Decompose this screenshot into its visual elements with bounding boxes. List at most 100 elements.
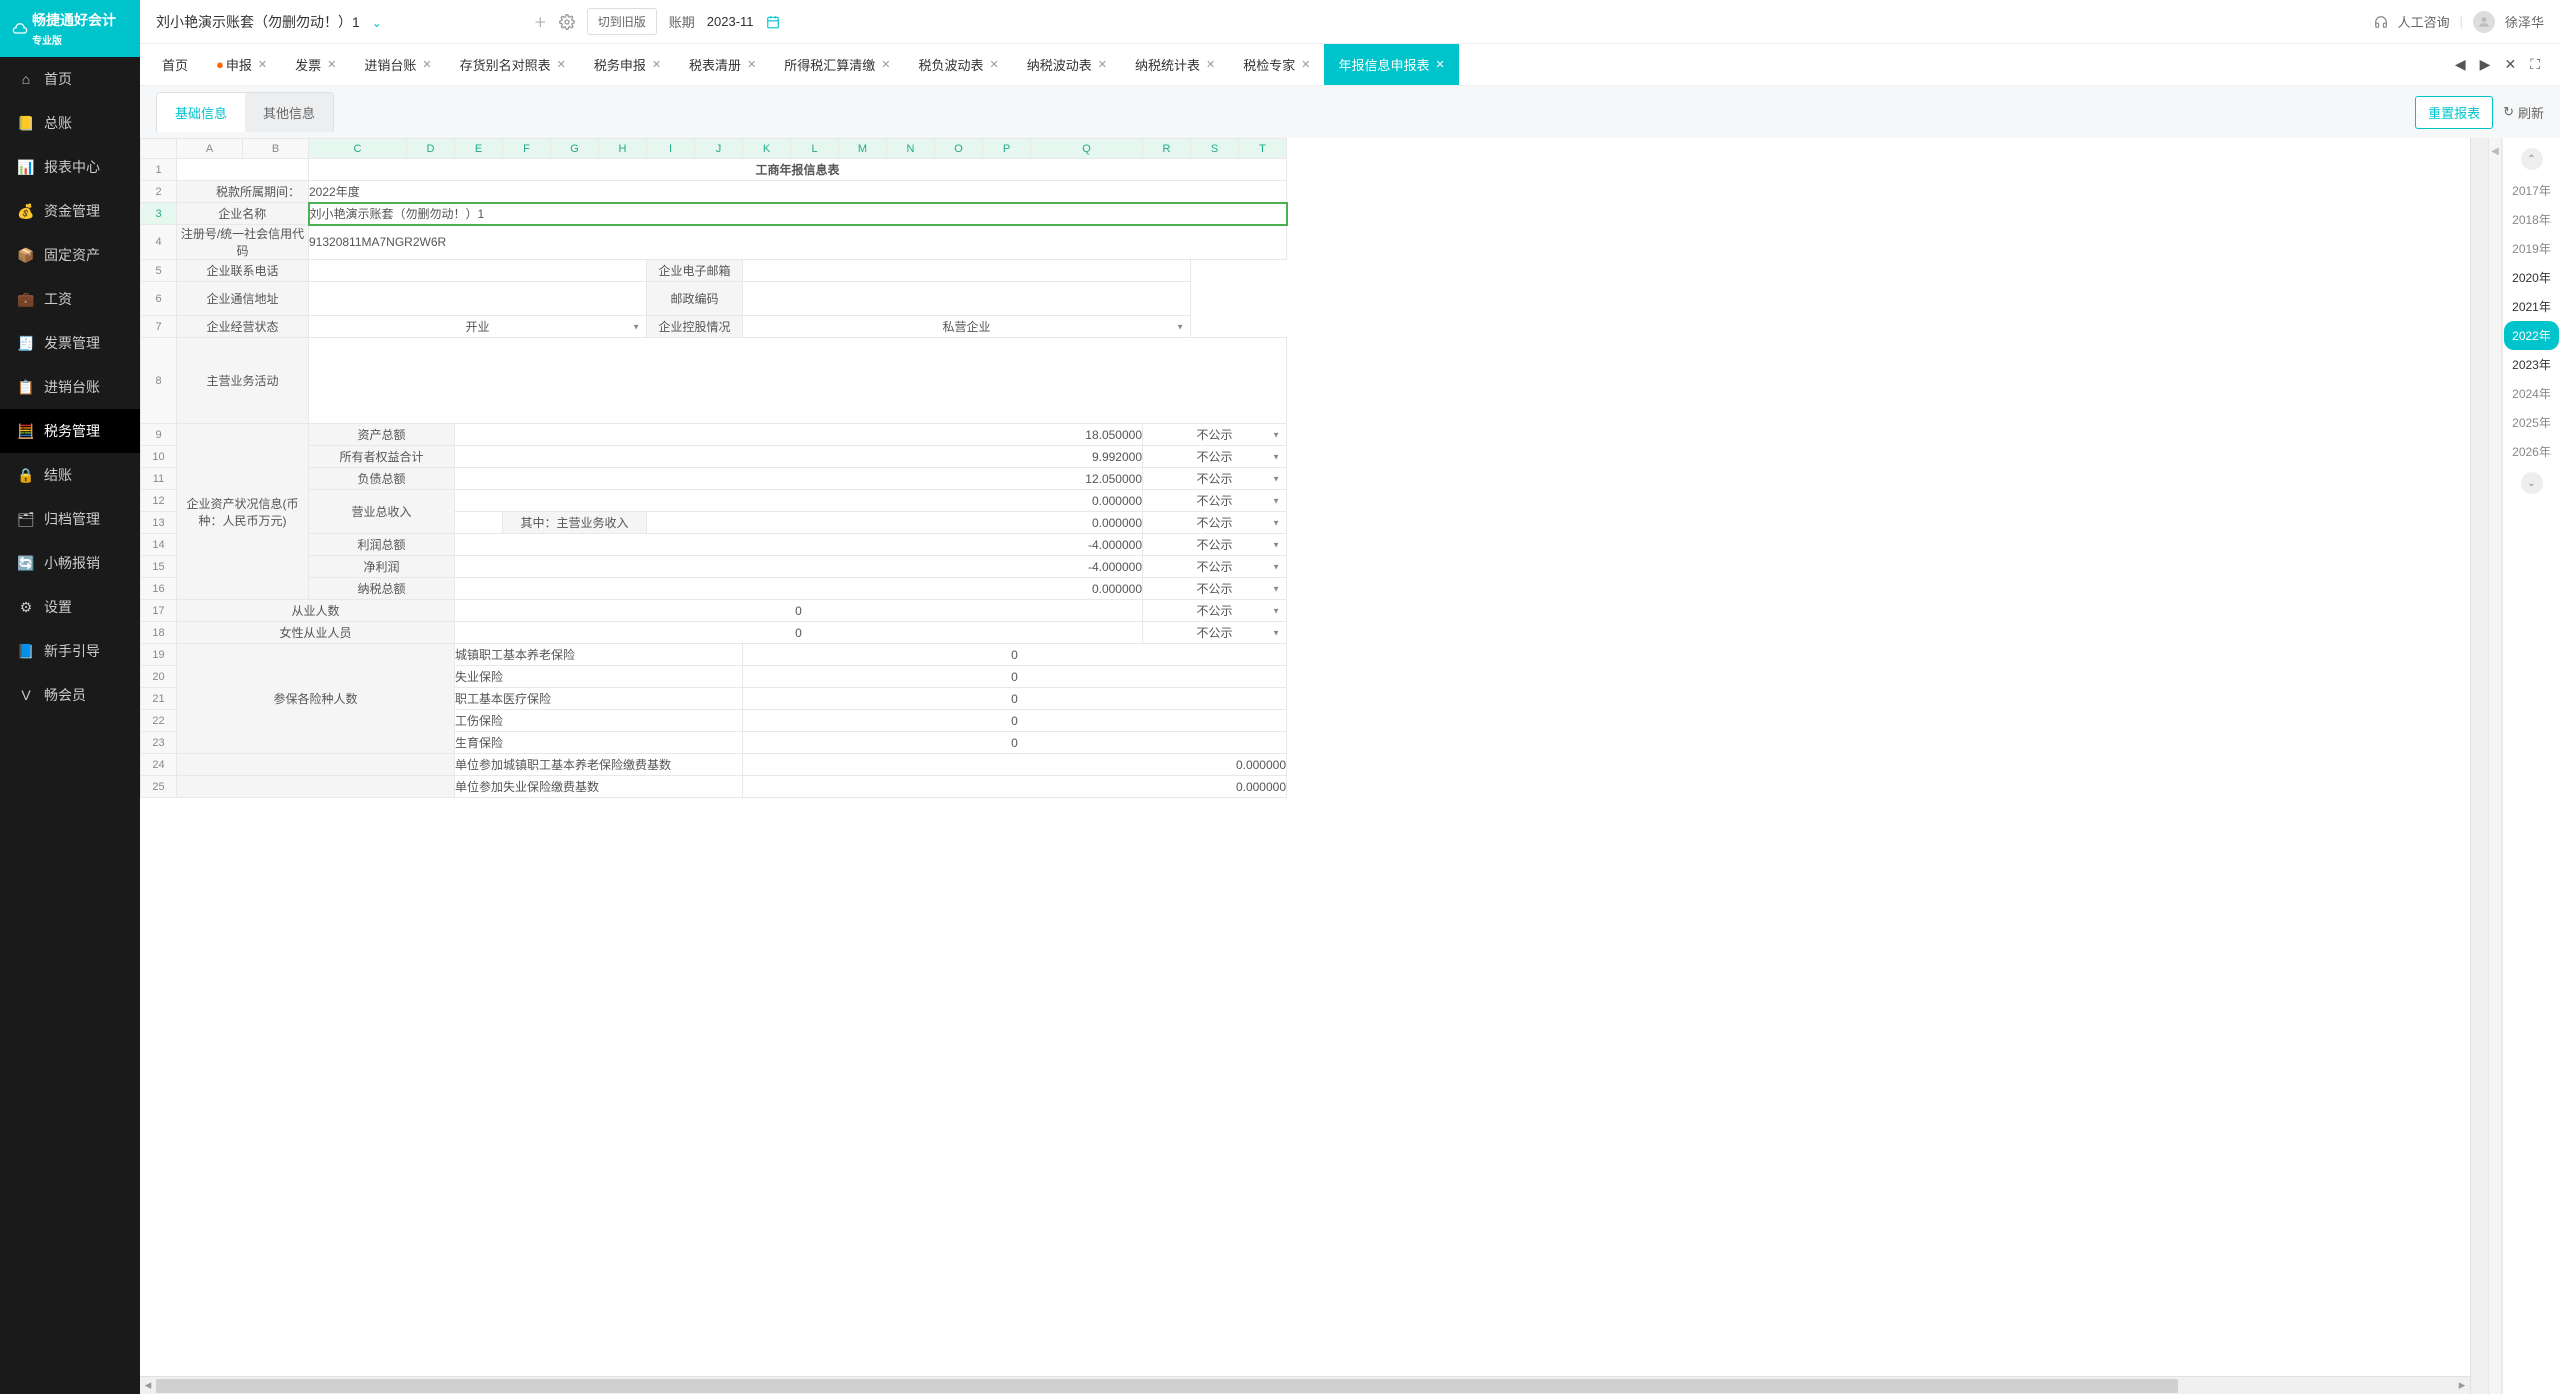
- disclose-select[interactable]: 不公示: [1143, 446, 1287, 468]
- sidebar-item-2[interactable]: 📊报表中心: [0, 145, 140, 189]
- row-header-18[interactable]: 18: [141, 622, 177, 644]
- col-header-H[interactable]: H: [599, 139, 647, 159]
- ins-row-value[interactable]: 0: [743, 688, 1287, 710]
- sidebar-item-7[interactable]: 📋进销台账: [0, 365, 140, 409]
- row-header-4[interactable]: 4: [141, 225, 177, 260]
- base-row-value[interactable]: 0.000000: [743, 776, 1287, 798]
- col-header-A[interactable]: A: [177, 139, 243, 159]
- spreadsheet[interactable]: ABCDEFGHIJKLMNOPQRST 1工商年报信息表2税款所属期间：202…: [140, 138, 2470, 1376]
- col-header-B[interactable]: B: [243, 139, 309, 159]
- col-header-O[interactable]: O: [935, 139, 983, 159]
- sidebar-item-13[interactable]: 📘新手引导: [0, 629, 140, 673]
- ins-row-value[interactable]: 0: [743, 732, 1287, 754]
- row-header-1[interactable]: 1: [141, 159, 177, 181]
- mainbiz-value[interactable]: [309, 338, 1287, 424]
- rev-value[interactable]: 0.000000: [455, 490, 1143, 512]
- tab-8[interactable]: 税负波动表✕: [905, 44, 1013, 85]
- sidebar-item-9[interactable]: 🔒结账: [0, 453, 140, 497]
- row-header-13[interactable]: 13: [141, 512, 177, 534]
- switch-old-button[interactable]: 切到旧版: [587, 8, 657, 35]
- year-2017年[interactable]: 2017年: [2504, 176, 2559, 205]
- fullscreen-icon[interactable]: ⛶: [2526, 54, 2544, 75]
- avatar[interactable]: [2473, 11, 2495, 33]
- asset-row-value[interactable]: 18.050000: [455, 424, 1143, 446]
- close-icon[interactable]: ✕: [747, 58, 756, 71]
- disclose-select[interactable]: 不公示: [1143, 578, 1287, 600]
- company-value[interactable]: 刘小艳演示账套（勿删勿动！）1: [309, 203, 1287, 225]
- col-header-N[interactable]: N: [887, 139, 935, 159]
- holding-select[interactable]: 私营企业: [743, 316, 1191, 338]
- year-2021年[interactable]: 2021年: [2504, 292, 2559, 321]
- col-header-J[interactable]: J: [695, 139, 743, 159]
- phone-value[interactable]: [309, 260, 647, 282]
- col-header-E[interactable]: E: [455, 139, 503, 159]
- sidebar-item-4[interactable]: 📦固定资产: [0, 233, 140, 277]
- close-icon[interactable]: ✕: [1301, 58, 1310, 71]
- tab-2[interactable]: 发票✕: [281, 44, 350, 85]
- tab-5[interactable]: 税务申报✕: [580, 44, 675, 85]
- close-icon[interactable]: ✕: [258, 58, 267, 71]
- year-2024年[interactable]: 2024年: [2504, 379, 2559, 408]
- ins-row-value[interactable]: 0: [743, 666, 1287, 688]
- sidebar-item-1[interactable]: 📒总账: [0, 101, 140, 145]
- tab-12[interactable]: 年报信息申报表✕: [1324, 44, 1458, 85]
- tab-4[interactable]: 存货别名对照表✕: [446, 44, 580, 85]
- col-header-D[interactable]: D: [407, 139, 455, 159]
- row-header-12[interactable]: 12: [141, 490, 177, 512]
- asset-row-value[interactable]: -4.000000: [455, 534, 1143, 556]
- close-icon[interactable]: ✕: [1098, 58, 1107, 71]
- col-header-C[interactable]: C: [309, 139, 407, 159]
- tab-0[interactable]: 首页: [148, 44, 202, 85]
- sidebar-item-12[interactable]: ⚙设置: [0, 585, 140, 629]
- asset-row-value[interactable]: 9.992000: [455, 446, 1143, 468]
- col-header-T[interactable]: T: [1239, 139, 1287, 159]
- close-icon[interactable]: ✕: [327, 58, 336, 71]
- refresh-button[interactable]: ↻ 刷新: [2503, 103, 2544, 122]
- disclose-select[interactable]: 不公示: [1143, 468, 1287, 490]
- sidebar-item-10[interactable]: 🗂归档管理: [0, 497, 140, 541]
- row-header-11[interactable]: 11: [141, 468, 177, 490]
- collapse-year-panel[interactable]: ◀: [2488, 138, 2502, 1394]
- tab-next-button[interactable]: ▶: [2476, 54, 2495, 75]
- col-header-Q[interactable]: Q: [1031, 139, 1143, 159]
- close-icon[interactable]: ✕: [990, 58, 999, 71]
- calendar-icon[interactable]: [766, 15, 780, 29]
- row-header-14[interactable]: 14: [141, 534, 177, 556]
- year-2022年[interactable]: 2022年: [2504, 321, 2559, 350]
- close-icon[interactable]: ✕: [652, 58, 661, 71]
- gear-icon[interactable]: [559, 14, 575, 30]
- row-header-9[interactable]: 9: [141, 424, 177, 446]
- asset-row-value[interactable]: -4.000000: [455, 556, 1143, 578]
- col-header-M[interactable]: M: [839, 139, 887, 159]
- row-header-5[interactable]: 5: [141, 260, 177, 282]
- close-icon[interactable]: ✕: [1206, 58, 1215, 71]
- disclose-select[interactable]: 不公示: [1143, 512, 1287, 534]
- row-header-2[interactable]: 2: [141, 181, 177, 203]
- row-header-16[interactable]: 16: [141, 578, 177, 600]
- tab-11[interactable]: 税检专家✕: [1229, 44, 1324, 85]
- support-link[interactable]: 人工咨询: [2398, 12, 2450, 31]
- row-header-21[interactable]: 21: [141, 688, 177, 710]
- sidebar-item-14[interactable]: V畅会员: [0, 673, 140, 717]
- sidebar-item-8[interactable]: 🧮税务管理: [0, 409, 140, 453]
- base-row-value[interactable]: 0.000000: [743, 754, 1287, 776]
- plus-icon[interactable]: ＋: [534, 12, 547, 31]
- emp-f-value[interactable]: 0: [455, 622, 1143, 644]
- sidebar-item-5[interactable]: 💼工资: [0, 277, 140, 321]
- col-header-R[interactable]: R: [1143, 139, 1191, 159]
- close-icon[interactable]: ✕: [881, 58, 890, 71]
- year-2019年[interactable]: 2019年: [2504, 234, 2559, 263]
- close-icon[interactable]: ✕: [422, 58, 431, 71]
- year-2018年[interactable]: 2018年: [2504, 205, 2559, 234]
- row-header-15[interactable]: 15: [141, 556, 177, 578]
- col-header-P[interactable]: P: [983, 139, 1031, 159]
- row-header-8[interactable]: 8: [141, 338, 177, 424]
- col-header-K[interactable]: K: [743, 139, 791, 159]
- close-icon[interactable]: ✕: [1435, 58, 1444, 71]
- row-header-10[interactable]: 10: [141, 446, 177, 468]
- year-up-button[interactable]: ⌃: [2521, 148, 2543, 170]
- asset-row-value[interactable]: 0.000000: [455, 578, 1143, 600]
- vertical-scrollbar[interactable]: [2470, 138, 2488, 1394]
- ins-row-value[interactable]: 0: [743, 710, 1287, 732]
- disclose-select[interactable]: 不公示: [1143, 556, 1287, 578]
